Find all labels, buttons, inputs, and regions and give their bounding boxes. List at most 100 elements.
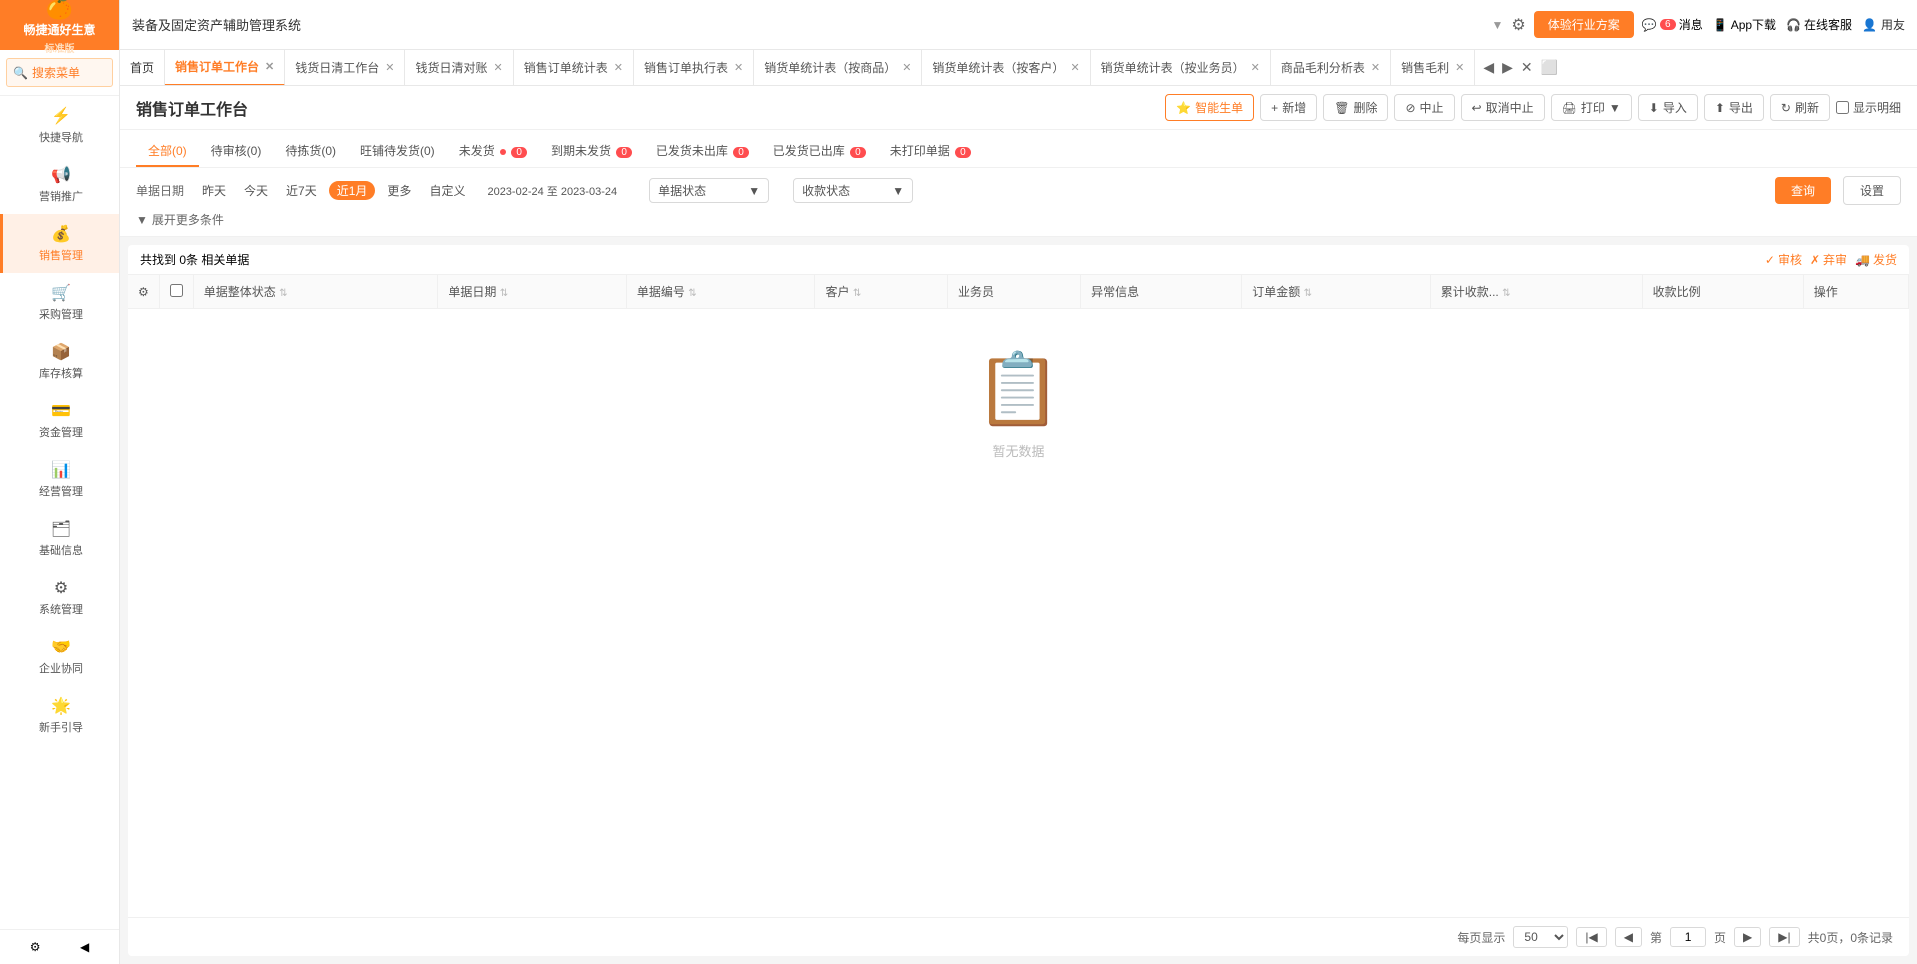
page-number-input[interactable]: [1670, 927, 1706, 947]
tabs-expand-btn[interactable]: ⬜: [1539, 57, 1560, 78]
tab-close-icon[interactable]: ✕: [1371, 61, 1380, 74]
col-checkbox[interactable]: [159, 275, 193, 309]
filter-option-7days[interactable]: 近7天: [280, 180, 323, 201]
export-btn[interactable]: ⬆ 导出: [1704, 94, 1764, 121]
tab-close-icon[interactable]: ✕: [734, 61, 743, 74]
sidebar-item-guide[interactable]: 🌟 新手引导: [0, 686, 119, 745]
select-all-checkbox[interactable]: [170, 284, 183, 297]
sort-icon[interactable]: ⇅: [1304, 288, 1312, 299]
sort-icon[interactable]: ⇅: [500, 288, 508, 299]
sub-tab-wangpu[interactable]: 旺铺待发货(0): [348, 136, 447, 167]
online-service-btn[interactable]: 🎧 在线客服: [1786, 16, 1852, 33]
tab-order-exec[interactable]: 销售订单执行表 ✕: [634, 50, 754, 86]
sort-icon[interactable]: ⇅: [853, 288, 861, 299]
sidebar-search-btn[interactable]: 🔍 搜索菜单: [6, 58, 113, 87]
trial-btn[interactable]: 体验行业方案: [1534, 11, 1634, 38]
filter-option-1month[interactable]: 近1月: [329, 181, 376, 200]
set-btn[interactable]: 设置: [1843, 176, 1901, 205]
query-btn[interactable]: 查询: [1775, 177, 1831, 204]
sub-tab-shipped-not-out[interactable]: 已发货未出库 0: [644, 136, 761, 167]
sub-tab-not-shipped[interactable]: 未发货 0: [447, 136, 539, 167]
tabs-prev-btn[interactable]: ◀: [1481, 57, 1496, 78]
tab-close-icon[interactable]: ✕: [1455, 61, 1464, 74]
payment-filter-select[interactable]: 收款状态 ▼: [793, 178, 913, 203]
show-detail-checkbox[interactable]: [1836, 101, 1849, 114]
sub-tab-not-printed[interactable]: 未打印单据 0: [878, 136, 983, 167]
sub-tab-overdue[interactable]: 到期未发货 0: [539, 136, 644, 167]
col-ratio-label: 收款比例: [1653, 285, 1701, 299]
app-download-btn[interactable]: 📱 App下载: [1713, 16, 1776, 33]
unreview-action-btn[interactable]: ✗ 弃审: [1810, 251, 1847, 268]
delete-btn[interactable]: 🗑 删除: [1323, 94, 1388, 121]
tab-cash-reconcile[interactable]: 钱货日清对账 ✕: [405, 50, 513, 86]
tab-close-icon[interactable]: ✕: [1251, 61, 1260, 74]
sort-icon[interactable]: ⇅: [279, 288, 287, 299]
last-page-btn[interactable]: ▶|: [1769, 927, 1799, 947]
sidebar-item-operation[interactable]: 📊 经营管理: [0, 450, 119, 509]
tab-close-icon[interactable]: ✕: [614, 61, 623, 74]
first-page-btn[interactable]: |◀: [1576, 927, 1606, 947]
tab-gross-margin[interactable]: 商品毛利分析表 ✕: [1271, 50, 1391, 86]
filter-option-yesterday[interactable]: 昨天: [196, 180, 232, 201]
tab-close-icon[interactable]: ✕: [494, 61, 503, 74]
sub-tab-pending-inspect[interactable]: 待拣货(0): [273, 136, 348, 167]
sidebar-item-finance[interactable]: 💳 资金管理: [0, 391, 119, 450]
status-filter-select[interactable]: 单据状态 ▼: [649, 178, 769, 203]
collapse-sidebar-icon[interactable]: ◀: [80, 940, 89, 954]
prev-page-btn[interactable]: ◀: [1615, 927, 1642, 947]
cancel-stop-btn[interactable]: ↩ 取消中止: [1461, 94, 1545, 121]
print-btn[interactable]: 🖨 打印 ▼: [1551, 94, 1632, 121]
filter-option-custom[interactable]: 自定义: [423, 180, 471, 201]
sidebar-item-marketing[interactable]: 📢 营销推广: [0, 155, 119, 214]
tab-sales-stats-product[interactable]: 销货单统计表（按商品） ✕: [754, 50, 922, 86]
ship-action-btn[interactable]: 🚚 发货: [1855, 251, 1897, 268]
show-detail-toggle[interactable]: 显示明细: [1836, 99, 1901, 116]
sub-tab-all[interactable]: 全部(0): [136, 136, 199, 167]
tabs-next-btn[interactable]: ▶: [1500, 57, 1515, 78]
sidebar-item-sales[interactable]: 💰 销售管理: [0, 214, 119, 273]
sidebar-item-purchase[interactable]: 🛒 采购管理: [0, 273, 119, 332]
per-page-select[interactable]: 10 20 50 100: [1513, 926, 1568, 948]
next-page-btn[interactable]: ▶: [1734, 927, 1761, 947]
col-settings[interactable]: ⚙: [128, 275, 159, 309]
topbar-settings-icon[interactable]: ⚙: [1511, 15, 1525, 35]
table-scroll-container[interactable]: ⚙ 单据整体状态 ⇅ 单据日期 ⇅ 单据编号 ⇅ 客户 ⇅ 业务员 异常信息 订…: [128, 275, 1909, 917]
sort-icon[interactable]: ⇅: [688, 288, 696, 299]
stop-btn[interactable]: ⊘ 中止: [1394, 94, 1454, 121]
tab-close-icon[interactable]: ✕: [385, 61, 394, 74]
filter-option-more[interactable]: 更多: [381, 180, 417, 201]
review-action-btn[interactable]: ✓ 审核: [1765, 251, 1802, 268]
sidebar-item-system[interactable]: ⚙ 系统管理: [0, 568, 119, 627]
tab-sales-more[interactable]: 销售毛利 ✕: [1391, 50, 1475, 86]
tab-close-icon[interactable]: ✕: [265, 60, 274, 73]
col-ratio: 收款比例: [1642, 275, 1803, 309]
tab-sales-stats-customer[interactable]: 销货单统计表（按客户） ✕: [922, 50, 1090, 86]
tab-home[interactable]: 首页: [120, 50, 165, 86]
tab-close-icon[interactable]: ✕: [902, 61, 911, 74]
message-btn[interactable]: 💬 6 消息: [1642, 16, 1703, 33]
tab-sales-order[interactable]: 销售订单工作台 ✕: [165, 50, 285, 86]
sub-tab-shipped-out[interactable]: 已发货已出库 0: [761, 136, 878, 167]
add-btn[interactable]: + 新增: [1260, 94, 1317, 121]
refresh-btn[interactable]: ↻ 刷新: [1770, 94, 1830, 121]
sub-tab-pending-review[interactable]: 待审核(0): [199, 136, 274, 167]
tabs-close-all-btn[interactable]: ✕: [1519, 57, 1535, 78]
tab-cash-daily[interactable]: 钱货日清工作台 ✕: [285, 50, 405, 86]
unreview-label: 弃审: [1823, 251, 1847, 268]
sidebar-item-inventory[interactable]: 📦 库存核算: [0, 332, 119, 391]
import-btn[interactable]: ⬇ 导入: [1638, 94, 1698, 121]
sidebar-item-base[interactable]: 🗂 基础信息: [0, 509, 119, 568]
sidebar-item-enterprise[interactable]: 🤝 企业协同: [0, 627, 119, 686]
tab-sales-stats-salesman[interactable]: 销货单统计表（按业务员） ✕: [1091, 50, 1271, 86]
user-menu[interactable]: 👤 用友: [1862, 16, 1905, 33]
expand-filter-btn[interactable]: ▼ 展开更多条件: [136, 211, 1901, 228]
tab-close-icon[interactable]: ✕: [1070, 61, 1079, 74]
filter-option-today[interactable]: 今天: [238, 180, 274, 201]
smart-generate-btn[interactable]: ⭐ 智能生单: [1165, 94, 1254, 121]
message-label: 消息: [1679, 16, 1703, 33]
settings-bottom-icon[interactable]: ⚙: [30, 940, 41, 954]
sidebar-item-quick-nav[interactable]: ⚡ 快捷导航: [0, 96, 119, 155]
tab-order-stats[interactable]: 销售订单统计表 ✕: [514, 50, 634, 86]
topbar-dropdown-icon[interactable]: ▼: [1492, 18, 1504, 32]
sort-icon[interactable]: ⇅: [1502, 288, 1510, 299]
